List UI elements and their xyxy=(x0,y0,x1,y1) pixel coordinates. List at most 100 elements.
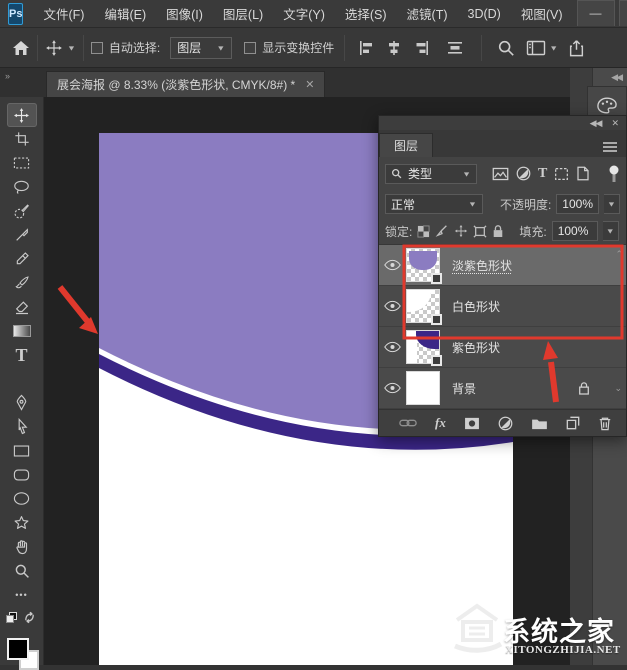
layer-name[interactable]: 白色形状 xyxy=(452,298,500,315)
gradient-tool[interactable] xyxy=(7,319,37,343)
add-layer-mask-icon[interactable] xyxy=(464,417,480,430)
double-chevron-icon[interactable]: ◀◀ xyxy=(611,72,621,83)
workspace-switcher-icon[interactable] xyxy=(526,40,546,56)
visibility-eye-icon[interactable] xyxy=(379,259,406,271)
default-colors-icon[interactable] xyxy=(5,611,39,624)
delete-layer-icon[interactable] xyxy=(598,416,612,431)
chevron-down-icon[interactable]: ▼ xyxy=(549,44,558,52)
layer-name[interactable]: 背景 xyxy=(452,380,476,397)
opacity-dropdown-button[interactable]: ▼ xyxy=(604,194,620,214)
visibility-eye-icon[interactable] xyxy=(379,341,406,353)
lock-artboard-icon[interactable] xyxy=(473,225,487,238)
layer-row-background[interactable]: 背景 ⌄ xyxy=(379,368,626,409)
rectangle-tool[interactable] xyxy=(7,439,37,463)
move-tool[interactable] xyxy=(7,103,37,127)
minimize-button[interactable]: — xyxy=(577,0,615,26)
opacity-input[interactable]: 100% xyxy=(556,194,599,214)
align-horizontal-centers-icon[interactable] xyxy=(386,40,402,56)
new-adjustment-layer-icon[interactable] xyxy=(498,416,513,431)
link-layers-icon[interactable] xyxy=(399,418,417,428)
menu-edit[interactable]: 编辑(E) xyxy=(94,0,156,28)
panel-title-bar: ◀◀ ✕ xyxy=(379,116,626,130)
layer-row-light-purple-shape[interactable]: 淡紫色形状 ⌃ xyxy=(379,245,626,286)
new-layer-icon[interactable] xyxy=(566,416,580,430)
layer-name[interactable]: 淡紫色形状 xyxy=(452,257,512,274)
filter-adjustment-layers-icon[interactable] xyxy=(516,166,531,181)
double-chevron-icon[interactable]: » xyxy=(5,71,8,81)
scroll-up-icon[interactable]: ⌃ xyxy=(615,249,623,260)
lasso-tool[interactable] xyxy=(7,175,37,199)
show-transform-checkbox[interactable] xyxy=(244,42,256,54)
show-transform-label: 显示变换控件 xyxy=(262,39,334,56)
home-icon[interactable] xyxy=(12,40,30,56)
align-right-edges-icon[interactable] xyxy=(414,40,430,56)
lock-transparency-icon[interactable] xyxy=(417,225,430,238)
menu-type[interactable]: 文字(Y) xyxy=(273,0,335,28)
marquee-tool[interactable] xyxy=(7,151,37,175)
move-tool-option-icon[interactable] xyxy=(45,39,63,57)
new-group-icon[interactable] xyxy=(531,417,548,430)
layer-row-white-shape[interactable]: 白色形状 xyxy=(379,286,626,327)
menu-file[interactable]: 文件(F) xyxy=(33,0,94,28)
chevron-down-icon[interactable]: ▼ xyxy=(67,44,76,52)
menu-filter[interactable]: 滤镜(T) xyxy=(397,0,458,28)
zoom-tool[interactable] xyxy=(7,559,37,583)
more-tools-icon[interactable]: ••• xyxy=(7,583,37,607)
direct-select-tool[interactable] xyxy=(7,415,37,439)
panel-collapse-icon[interactable]: ◀◀ xyxy=(590,118,602,129)
layer-name[interactable]: 紫色形状 xyxy=(452,339,500,356)
auto-select-target-dropdown[interactable]: 图层 ▼ xyxy=(170,37,232,59)
panel-close-icon[interactable]: ✕ xyxy=(611,118,619,129)
filter-smart-objects-icon[interactable] xyxy=(576,166,590,181)
fill-input[interactable]: 100% xyxy=(552,221,598,241)
align-left-edges-icon[interactable] xyxy=(358,40,374,56)
scroll-down-icon[interactable]: ⌄ xyxy=(614,383,622,394)
filter-pixel-layers-icon[interactable] xyxy=(492,167,509,181)
distribute-centers-icon[interactable] xyxy=(446,40,464,56)
custom-shape-tool[interactable] xyxy=(7,511,37,535)
layer-thumbnail[interactable] xyxy=(406,289,440,323)
fill-dropdown-button[interactable]: ▼ xyxy=(603,221,619,241)
lock-position-icon[interactable] xyxy=(454,224,468,238)
hand-tool[interactable] xyxy=(7,535,37,559)
document-tab[interactable]: 展会海报 @ 8.33% (淡紫色形状, CMYK/8#) * ✕ xyxy=(46,71,325,97)
layer-thumbnail[interactable] xyxy=(406,330,440,364)
layer-thumbnail[interactable] xyxy=(406,371,440,405)
swap-colors-icon[interactable] xyxy=(23,611,36,624)
layer-thumbnail[interactable] xyxy=(406,248,440,282)
layer-style-fx-icon[interactable]: fx xyxy=(435,415,446,431)
brush-tool[interactable] xyxy=(7,271,37,295)
layers-tab[interactable]: 图层 xyxy=(379,133,433,157)
visibility-eye-icon[interactable] xyxy=(379,300,406,312)
filtering-toggle[interactable] xyxy=(608,165,620,183)
menu-image[interactable]: 图像(I) xyxy=(156,0,213,28)
menu-view[interactable]: 视图(V) xyxy=(511,0,573,28)
filter-shape-layers-icon[interactable] xyxy=(554,167,569,181)
eyedropper-tool[interactable] xyxy=(7,247,37,271)
pen-tool[interactable] xyxy=(7,391,37,415)
lock-pixels-icon[interactable] xyxy=(435,224,449,238)
filter-type-dropdown[interactable]: 类型 ▼ xyxy=(385,164,477,184)
menu-3d[interactable]: 3D(D) xyxy=(458,0,511,28)
rounded-rectangle-tool[interactable] xyxy=(7,463,37,487)
visibility-eye-icon[interactable] xyxy=(379,382,406,394)
filter-type-layers-icon[interactable]: T xyxy=(538,166,547,182)
share-icon[interactable] xyxy=(568,39,585,57)
crop-tool[interactable] xyxy=(7,127,37,151)
menu-layer[interactable]: 图层(L) xyxy=(213,0,273,28)
type-tool[interactable]: T xyxy=(7,343,37,367)
ellipse-tool[interactable] xyxy=(7,487,37,511)
maximize-button[interactable]: □ xyxy=(619,0,627,26)
lock-all-icon[interactable] xyxy=(492,224,504,238)
foreground-color-swatch[interactable] xyxy=(7,638,29,660)
panel-menu-icon[interactable] xyxy=(602,142,618,152)
blend-mode-dropdown[interactable]: 正常 ▼ xyxy=(385,194,483,214)
quick-select-tool[interactable] xyxy=(7,199,37,223)
auto-select-checkbox[interactable] xyxy=(91,42,103,54)
menu-select[interactable]: 选择(S) xyxy=(335,0,397,28)
search-icon[interactable] xyxy=(497,39,515,57)
tab-close-icon[interactable]: ✕ xyxy=(305,78,314,91)
healing-brush-tool[interactable] xyxy=(7,223,37,247)
eraser-tool[interactable] xyxy=(7,295,37,319)
layer-row-purple-shape[interactable]: 紫色形状 xyxy=(379,327,626,368)
